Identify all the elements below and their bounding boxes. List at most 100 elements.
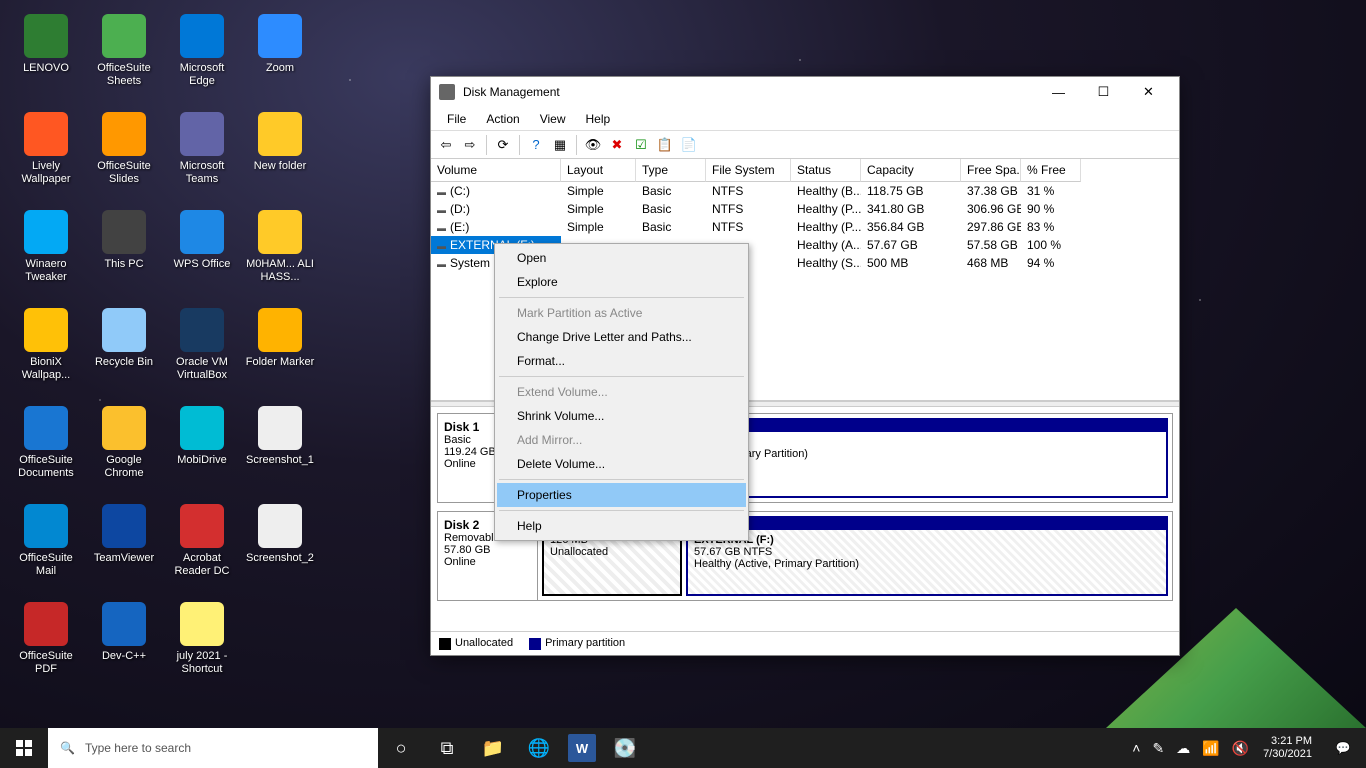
disk-management-window: Disk Management — ☐ ✕ File Action View H… (430, 76, 1180, 656)
tray-feather-icon[interactable]: ✎ (1146, 728, 1170, 768)
context-menu-item[interactable]: Explore (497, 270, 746, 294)
volume-row[interactable]: (C:)SimpleBasicNTFSHealthy (B...118.75 G… (431, 182, 1179, 200)
desktop-icon[interactable]: This PC (86, 206, 162, 302)
refresh-button[interactable]: ⟳ (492, 134, 514, 156)
clock[interactable]: 3:21 PM 7/30/2021 (1255, 735, 1320, 761)
context-menu-item[interactable]: Help (497, 514, 746, 538)
col-type[interactable]: Type (636, 159, 706, 182)
menu-action[interactable]: Action (476, 110, 529, 128)
icon-label: This PC (104, 258, 143, 271)
chrome-icon[interactable]: 🌐 (516, 728, 562, 768)
desktop-icon[interactable]: OfficeSuite Mail (8, 500, 84, 596)
forward-button[interactable]: ⇨ (459, 134, 481, 156)
app-icon (180, 602, 224, 646)
icon-label: OfficeSuite Sheets (88, 62, 160, 87)
app-icon (102, 14, 146, 58)
desktop-icon[interactable]: Acrobat Reader DC (164, 500, 240, 596)
tray-chevron-icon[interactable]: ˄ (1126, 728, 1146, 768)
close-button[interactable]: ✕ (1126, 77, 1171, 107)
desktop-icon[interactable]: Microsoft Edge (164, 10, 240, 106)
desktop-icon[interactable]: july 2021 - Shortcut (164, 598, 240, 694)
volume-row[interactable]: (D:)SimpleBasicNTFSHealthy (P...341.80 G… (431, 200, 1179, 218)
minimize-button[interactable]: — (1036, 77, 1081, 107)
col-layout[interactable]: Layout (561, 159, 636, 182)
icon-label: OfficeSuite Slides (88, 160, 160, 185)
icon-label: M0HAM... ALI HASS... (244, 258, 316, 283)
context-menu-item[interactable]: Open (497, 246, 746, 270)
toolbar: ⇦ ⇨ ⟳ ? ▦ 👁 ✖ ☑ 📋 📄 (431, 131, 1179, 159)
context-menu-item[interactable]: Properties (497, 483, 746, 507)
search-placeholder: Type here to search (85, 741, 191, 755)
action-icon[interactable]: 👁 (582, 134, 604, 156)
col-capacity[interactable]: Capacity (861, 159, 961, 182)
col-free[interactable]: Free Spa... (961, 159, 1021, 182)
list-icon[interactable]: ▦ (549, 134, 571, 156)
col-status[interactable]: Status (791, 159, 861, 182)
diskmgmt-taskbar-icon[interactable]: 💽 (602, 728, 648, 768)
icon-label: Screenshot_1 (246, 454, 314, 467)
volume-row[interactable]: (E:)SimpleBasicNTFSHealthy (P...356.84 G… (431, 218, 1179, 236)
desktop-icon[interactable]: New folder (242, 108, 318, 204)
col-fs[interactable]: File System (706, 159, 791, 182)
desktop-icon[interactable]: TeamViewer (86, 500, 162, 596)
desktop-icon[interactable]: OfficeSuite Documents (8, 402, 84, 498)
context-menu-item[interactable]: Shrink Volume... (497, 404, 746, 428)
notifications-icon[interactable]: 💬 (1320, 728, 1366, 768)
start-button[interactable] (0, 728, 48, 768)
desktop-icon[interactable]: MobiDrive (164, 402, 240, 498)
check-icon[interactable]: ☑ (630, 134, 652, 156)
cortana-icon[interactable]: ○ (378, 728, 424, 768)
taskbar: 🔍 Type here to search ○ ⧉ 📁 🌐 W 💽 ˄ ✎ ☁ … (0, 728, 1366, 768)
search-box[interactable]: 🔍 Type here to search (48, 728, 378, 768)
app-icon (102, 602, 146, 646)
help2-icon[interactable]: 📄 (678, 134, 700, 156)
desktop-icon[interactable]: Lively Wallpaper (8, 108, 84, 204)
context-menu-item[interactable]: Format... (497, 349, 746, 373)
app-icon (180, 112, 224, 156)
system-tray: ˄ ✎ ☁ 📶 🔇 3:21 PM 7/30/2021 💬 (1126, 728, 1366, 768)
icon-label: Dev-C++ (102, 650, 146, 663)
delete-icon[interactable]: ✖ (606, 134, 628, 156)
desktop-icon[interactable]: M0HAM... ALI HASS... (242, 206, 318, 302)
help-icon[interactable]: ? (525, 134, 547, 156)
tray-wifi-icon[interactable]: 📶 (1196, 728, 1225, 768)
desktop-icon[interactable]: Folder Marker (242, 304, 318, 400)
context-menu-item[interactable]: Delete Volume... (497, 452, 746, 476)
desktop-icon[interactable]: WPS Office (164, 206, 240, 302)
disk-2-external-partition[interactable]: EXTERNAL (F:) 57.67 GB NTFS Healthy (Act… (686, 516, 1168, 596)
titlebar[interactable]: Disk Management — ☐ ✕ (431, 77, 1179, 107)
app-icon (24, 210, 68, 254)
icon-label: Screenshot_2 (246, 552, 314, 565)
desktop-icon[interactable]: OfficeSuite Sheets (86, 10, 162, 106)
maximize-button[interactable]: ☐ (1081, 77, 1126, 107)
props-icon[interactable]: 📋 (654, 134, 676, 156)
desktop-icon[interactable]: Google Chrome (86, 402, 162, 498)
back-button[interactable]: ⇦ (435, 134, 457, 156)
col-pct[interactable]: % Free (1021, 159, 1081, 182)
tray-volume-icon[interactable]: 🔇 (1226, 728, 1255, 768)
desktop-icon[interactable]: Dev-C++ (86, 598, 162, 694)
desktop-icon[interactable]: Screenshot_1 (242, 402, 318, 498)
context-menu: OpenExploreMark Partition as ActiveChang… (494, 243, 749, 541)
desktop-icon[interactable]: OfficeSuite PDF (8, 598, 84, 694)
desktop-icon[interactable]: Zoom (242, 10, 318, 106)
explorer-icon[interactable]: 📁 (470, 728, 516, 768)
menu-help[interactable]: Help (576, 110, 621, 128)
desktop-icon[interactable]: Recycle Bin (86, 304, 162, 400)
word-icon[interactable]: W (568, 734, 596, 762)
tray-onedrive-icon[interactable]: ☁ (1170, 728, 1196, 768)
desktop-icon[interactable]: Screenshot_2 (242, 500, 318, 596)
icon-label: BioniX Wallpap... (10, 356, 82, 381)
desktop-icon[interactable]: LENOVO (8, 10, 84, 106)
col-volume[interactable]: Volume (431, 159, 561, 182)
desktop-icon[interactable]: Winaero Tweaker (8, 206, 84, 302)
desktop-icon[interactable]: BioniX Wallpap... (8, 304, 84, 400)
context-menu-item[interactable]: Change Drive Letter and Paths... (497, 325, 746, 349)
desktop-icon[interactable]: OfficeSuite Slides (86, 108, 162, 204)
desktop-icon[interactable]: Oracle VM VirtualBox (164, 304, 240, 400)
desktop-icon[interactable]: Microsoft Teams (164, 108, 240, 204)
menubar: File Action View Help (431, 107, 1179, 131)
menu-view[interactable]: View (530, 110, 576, 128)
menu-file[interactable]: File (437, 110, 476, 128)
task-view-icon[interactable]: ⧉ (424, 728, 470, 768)
